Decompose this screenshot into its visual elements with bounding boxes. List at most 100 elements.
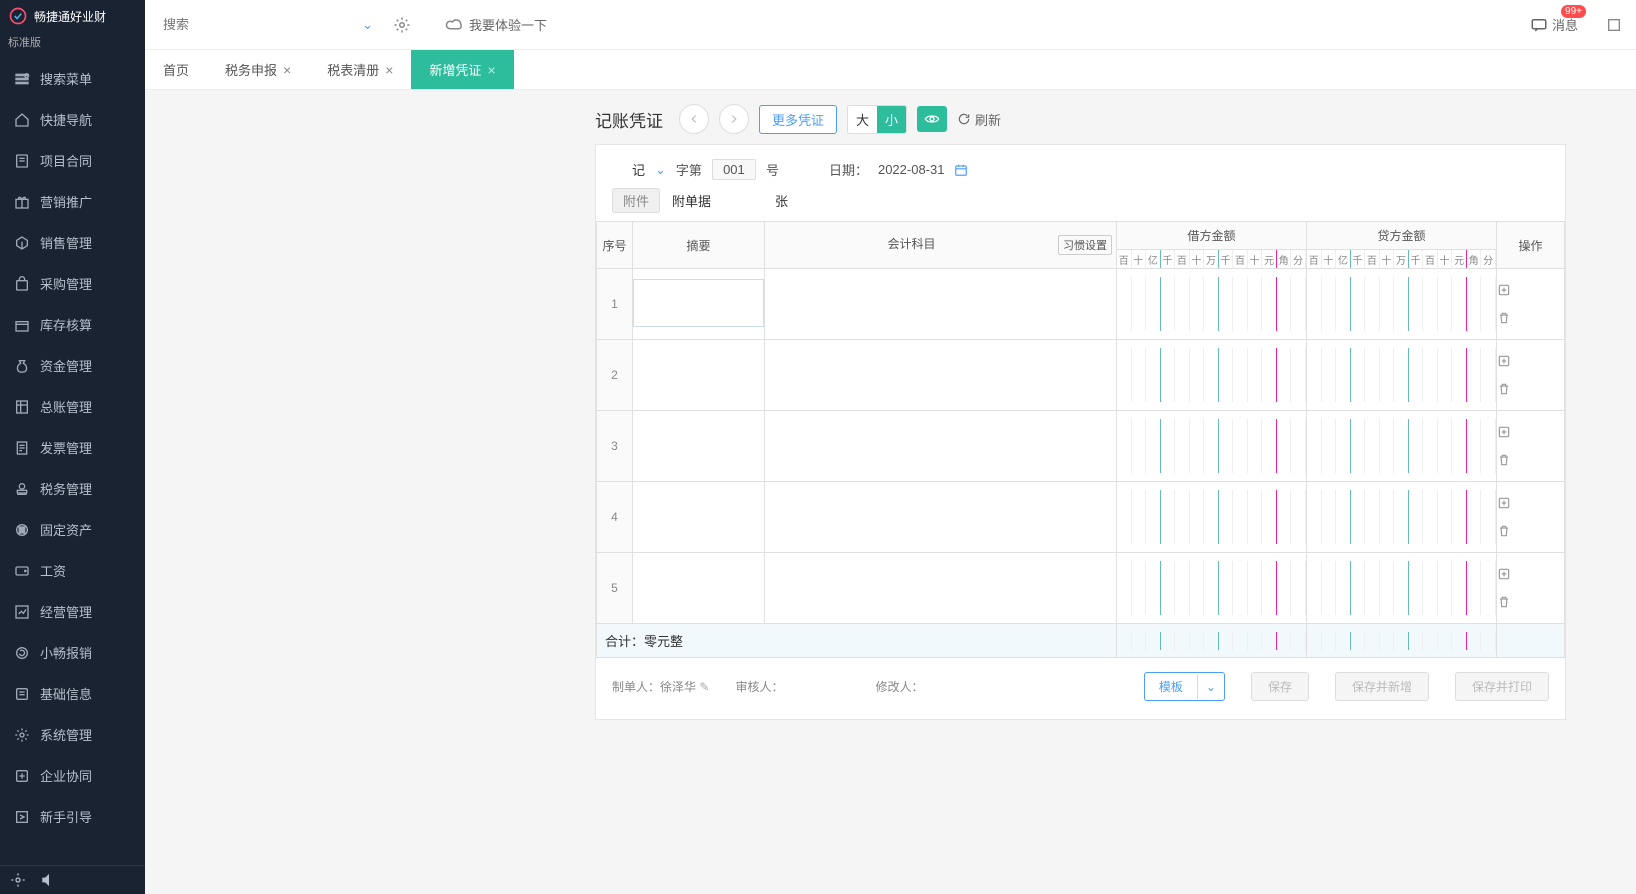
summary-cell[interactable] [633, 340, 765, 411]
save-new-button[interactable]: 保存并新增 [1335, 672, 1429, 701]
habit-settings-button[interactable]: 习惯设置 [1058, 235, 1112, 255]
zidi-label: 字第 [676, 160, 702, 179]
sidebar-item-guide[interactable]: 新手引导 [0, 796, 145, 837]
more-voucher-button[interactable]: 更多凭证 [759, 105, 837, 134]
tab-home[interactable]: 首页 [145, 50, 207, 89]
add-row-icon[interactable] [1497, 496, 1564, 510]
sidebar-footer [0, 865, 145, 894]
save-button[interactable]: 保存 [1251, 672, 1309, 701]
sidebar-item-operations[interactable]: 经营管理 [0, 591, 145, 632]
sidebar-item-sales[interactable]: 销售管理 [0, 222, 145, 263]
sidebar-item-label: 销售管理 [40, 233, 92, 252]
size-small-button[interactable]: 小 [877, 106, 906, 133]
prev-button[interactable] [679, 104, 709, 134]
ops-cell [1497, 340, 1565, 411]
close-icon[interactable]: × [385, 62, 393, 78]
voucher-number[interactable]: 001 [712, 159, 756, 180]
delete-row-icon[interactable] [1497, 524, 1564, 538]
delete-row-icon[interactable] [1497, 382, 1564, 396]
search-input[interactable] [159, 11, 379, 39]
sidebar-item-invoice[interactable]: 发票管理 [0, 427, 145, 468]
subject-cell[interactable] [765, 269, 1117, 340]
summary-cell[interactable] [633, 269, 765, 340]
next-button[interactable] [719, 104, 749, 134]
sidebar-item-collab[interactable]: 企业协同 [0, 755, 145, 796]
voucher-type[interactable]: 记 [632, 160, 645, 179]
credit-digits: 百十亿千百十万千百十元角分 [1307, 250, 1497, 269]
debit-cell[interactable] [1117, 340, 1307, 411]
delete-row-icon[interactable] [1497, 311, 1564, 325]
tab-tax-declare[interactable]: 税务申报× [207, 50, 309, 89]
sidebar-item-ledger[interactable]: 总账管理 [0, 386, 145, 427]
topbar: ⌄ 我要体验一下 消息 99+ [145, 0, 1636, 50]
sidebar-menu: 搜索菜单 快捷导航 项目合同 营销推广 销售管理 采购管理 库存核算 资金管理 … [0, 58, 145, 865]
delete-row-icon[interactable] [1497, 453, 1564, 467]
sidebar-item-basic[interactable]: 基础信息 [0, 673, 145, 714]
tab-new-voucher[interactable]: 新增凭证× [411, 50, 513, 89]
template-button[interactable]: 模板⌄ [1144, 672, 1225, 701]
settings-icon[interactable] [10, 872, 26, 888]
action-row: 记账凭证 更多凭证 大 小 刷新 [145, 90, 1636, 144]
calendar-icon[interactable] [954, 163, 968, 177]
sidebar-item-salary[interactable]: 工资 [0, 550, 145, 591]
close-icon[interactable]: × [283, 62, 291, 78]
messages-button[interactable]: 消息 99+ [1530, 15, 1578, 34]
row-idx: 1 [597, 269, 633, 340]
add-row-icon[interactable] [1497, 354, 1564, 368]
credit-cell[interactable] [1307, 269, 1497, 340]
preview-button[interactable] [917, 106, 947, 132]
sidebar-item-purchase[interactable]: 采购管理 [0, 263, 145, 304]
add-row-icon[interactable] [1497, 567, 1564, 581]
debit-cell[interactable] [1117, 411, 1307, 482]
sidebar-item-marketing[interactable]: 营销推广 [0, 181, 145, 222]
debit-cell[interactable] [1117, 553, 1307, 624]
debit-cell[interactable] [1117, 269, 1307, 340]
date-value[interactable]: 2022-08-31 [878, 162, 945, 177]
sidebar-item-tax[interactable]: 税务管理 [0, 468, 145, 509]
credit-cell[interactable] [1307, 411, 1497, 482]
chevron-down-icon[interactable]: ⌄ [655, 162, 666, 178]
credit-cell[interactable] [1307, 553, 1497, 624]
row-idx: 2 [597, 340, 633, 411]
sidebar-item-system[interactable]: 系统管理 [0, 714, 145, 755]
subject-cell[interactable] [765, 340, 1117, 411]
sidebar-item-label: 固定资产 [40, 520, 92, 539]
auditor: 审核人： [735, 678, 783, 695]
attachment-button[interactable]: 附件 [612, 188, 660, 213]
summary-input[interactable] [633, 279, 764, 327]
voucher-header: 记 ⌄ 字第 001 号 日期： 2022-08-31 [596, 145, 1565, 188]
add-row-icon[interactable] [1497, 425, 1564, 439]
summary-cell[interactable] [633, 553, 765, 624]
sidebar-item-search[interactable]: 搜索菜单 [0, 58, 145, 99]
subject-cell[interactable] [765, 482, 1117, 553]
edit-icon[interactable]: ✎ [699, 680, 709, 694]
close-icon[interactable]: × [487, 62, 495, 78]
sidebar-item-inventory[interactable]: 库存核算 [0, 304, 145, 345]
save-print-button[interactable]: 保存并打印 [1455, 672, 1549, 701]
sound-icon[interactable] [40, 872, 56, 888]
summary-cell[interactable] [633, 411, 765, 482]
add-row-icon[interactable] [1497, 283, 1564, 297]
sidebar-item-funds[interactable]: 资金管理 [0, 345, 145, 386]
delete-row-icon[interactable] [1497, 595, 1564, 609]
sidebar-item-label: 工资 [40, 561, 66, 580]
sidebar-item-expense[interactable]: 小畅报销 [0, 632, 145, 673]
credit-cell[interactable] [1307, 340, 1497, 411]
debit-cell[interactable] [1117, 482, 1307, 553]
credit-cell[interactable] [1307, 482, 1497, 553]
subject-cell[interactable] [765, 553, 1117, 624]
tab-tax-list[interactable]: 税表清册× [309, 50, 411, 89]
sidebar-item-assets[interactable]: 固固定资产 [0, 509, 145, 550]
chevron-down-icon[interactable]: ⌄ [1197, 675, 1224, 699]
refresh-button[interactable]: 刷新 [957, 110, 1001, 129]
sidebar-item-quicknav[interactable]: 快捷导航 [0, 99, 145, 140]
sidebar-item-project[interactable]: 项目合同 [0, 140, 145, 181]
subject-cell[interactable] [765, 411, 1117, 482]
chevron-down-icon[interactable]: ⌄ [362, 17, 373, 33]
gear-icon[interactable] [393, 16, 411, 34]
try-experience-link[interactable]: 我要体验一下 [445, 15, 547, 34]
size-large-button[interactable]: 大 [848, 106, 877, 133]
expand-icon[interactable] [1606, 17, 1622, 33]
ops-cell [1497, 482, 1565, 553]
summary-cell[interactable] [633, 482, 765, 553]
